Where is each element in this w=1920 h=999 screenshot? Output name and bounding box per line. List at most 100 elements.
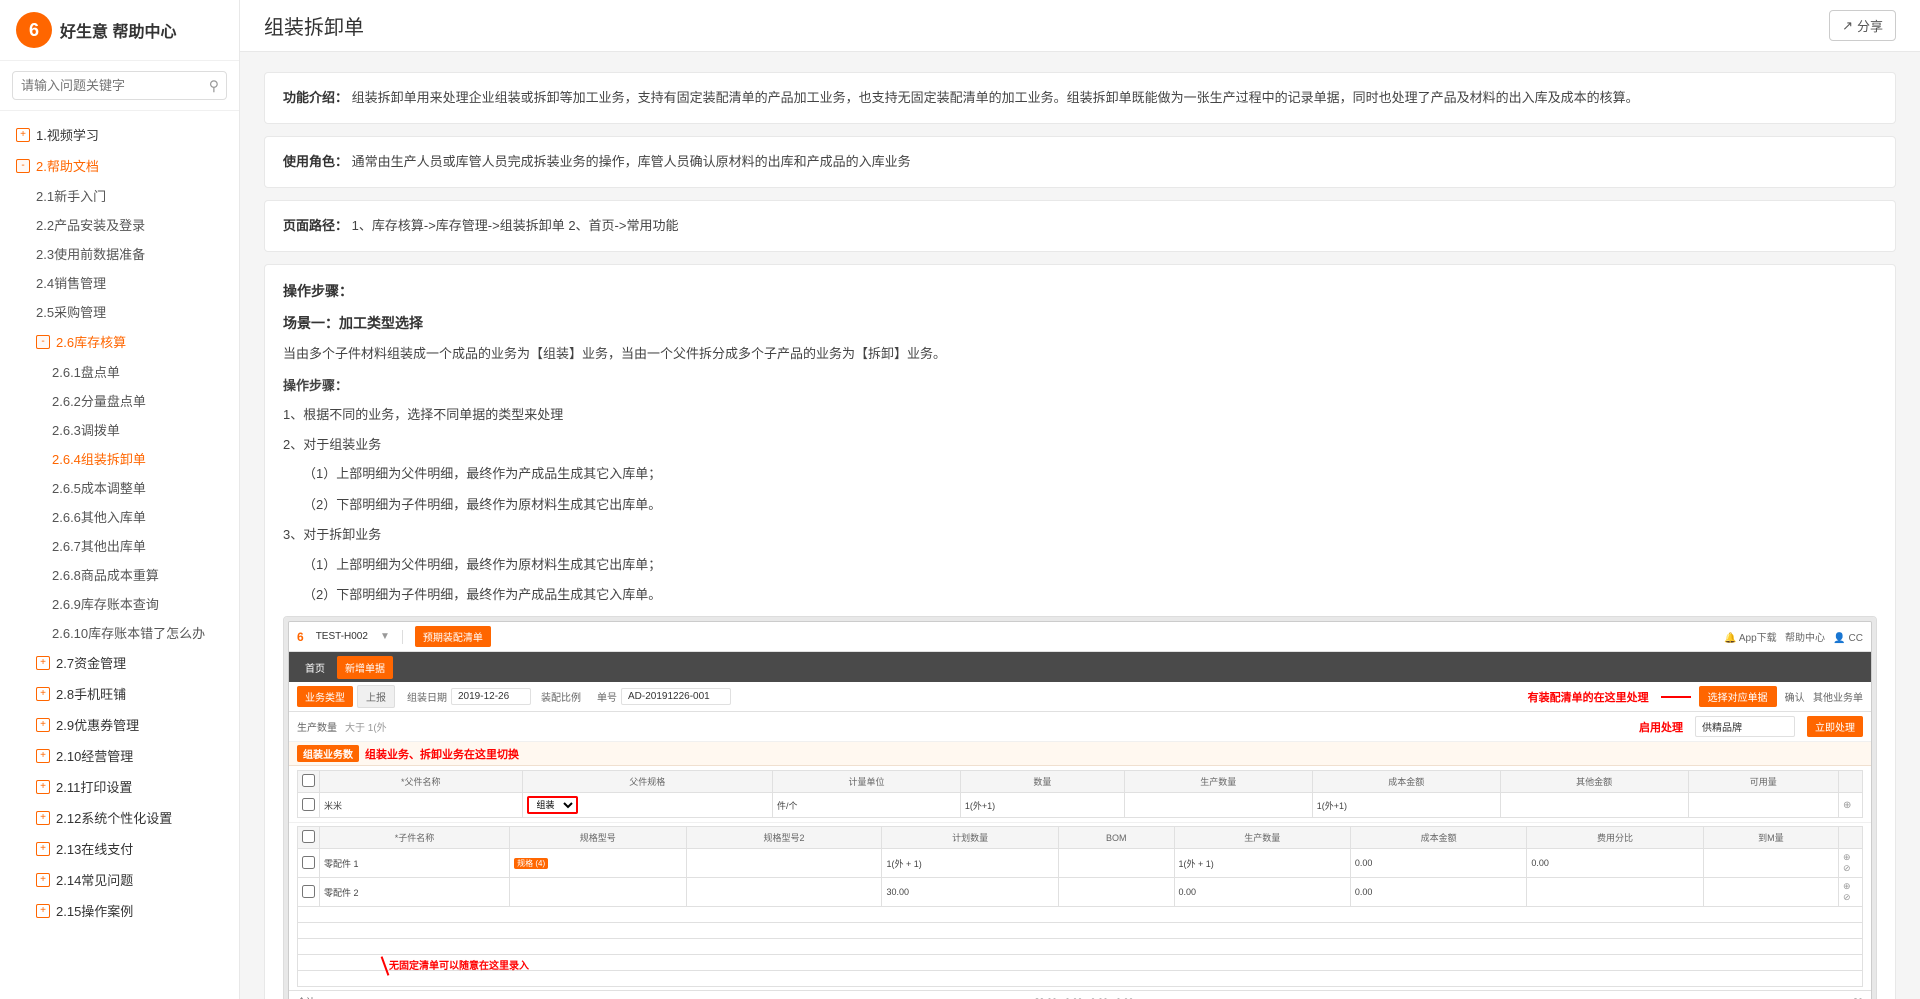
sidebar-item-inventory-adjust[interactable]: 2.6.3调拨单: [0, 415, 239, 444]
sidebar-item-inv-check[interactable]: 2.6.9库存账本查询: [0, 589, 239, 618]
sidebar-item-cost-calc[interactable]: 2.6.8商品成本重算: [0, 560, 239, 589]
upper-table: *父件名称 父件规格 计量单位 数量 生产数量 成本金额 其他金额 可用量: [297, 770, 1863, 818]
col-qty: 数量: [960, 771, 1124, 793]
l-cell-plan2: 30.00: [882, 878, 1058, 907]
empty-row5: [298, 939, 1863, 955]
l-cell-tom1: [1703, 849, 1838, 878]
lower-row-4: [298, 923, 1863, 939]
l-col-check: [298, 827, 320, 849]
steps-section: 操作步骤： 场景一：加工类型选择 当由多个子件材料组装成一个成品的业务为【组装】…: [264, 264, 1896, 999]
plus-icon-online-pay: +: [36, 842, 50, 856]
sidebar-item-inv-err[interactable]: 2.6.10库存账本错了怎么办: [0, 618, 239, 647]
l-cell-fee2: [1527, 878, 1703, 907]
plus-icon-coupon: +: [36, 718, 50, 732]
sidebar-header: 6 好生意 帮助中心: [0, 0, 239, 61]
sidebar-item-purchase[interactable]: 2.5采购管理: [0, 297, 239, 326]
sidebar-item-cost-adj[interactable]: 2.6.5成本调整单: [0, 473, 239, 502]
steps-label: 操作步骤：: [283, 374, 1877, 397]
sidebar-item-other-in[interactable]: 2.6.6其他入库单: [0, 502, 239, 531]
minus-icon: -: [16, 159, 30, 173]
type-dropdown[interactable]: 组装 拆卸: [527, 796, 578, 814]
share-button[interactable]: ↗ 分享: [1829, 10, 1896, 41]
sidebar-item-faq[interactable]: + 2.14常见问题: [0, 864, 239, 895]
bom-button[interactable]: 预期装配清单: [415, 626, 491, 647]
sidebar-item-finance[interactable]: + 2.7资金管理: [0, 647, 239, 678]
sidebar-item-coupon[interactable]: + 2.9优惠券管理: [0, 709, 239, 740]
sidebar-item-other-out[interactable]: 2.6.7其他出库单: [0, 531, 239, 560]
upper-row-check[interactable]: [302, 798, 315, 811]
lower-row-3: [298, 907, 1863, 923]
l-col-ops: [1839, 827, 1863, 849]
l-col-spec1: 规格型号: [510, 827, 686, 849]
l-cell-spec2b: [686, 878, 882, 907]
plus-icon-ops: +: [36, 749, 50, 763]
search-box[interactable]: ⚲: [0, 61, 239, 111]
sidebar-item-install[interactable]: 2.2产品安装及登录: [0, 210, 239, 239]
intro-text: 组装拆卸单用来处理企业组装或拆卸等加工业务，支持有固定装配清单的产品加工业务，也…: [352, 90, 1639, 105]
form-no-value[interactable]: AD-20191226-001: [621, 688, 731, 705]
process-input[interactable]: 供精品牌: [1695, 716, 1795, 737]
role-label: 使用角色：: [283, 154, 348, 169]
app-window: 6 TEST-H002 ▼ 预期装配清单 🔔 App下载 帮助中心 👤 CC 首…: [288, 621, 1872, 999]
lower-row-7: [298, 971, 1863, 987]
form-date-value[interactable]: 2019-12-26: [451, 688, 531, 705]
total-label: 合计: [297, 995, 315, 999]
nav-new[interactable]: 新增单据: [337, 656, 393, 679]
step3: 3、对于拆卸业务: [283, 523, 1877, 546]
sidebar-item-sales[interactable]: 2.4销售管理: [0, 268, 239, 297]
sidebar-item-custom[interactable]: + 2.12系统个性化设置: [0, 802, 239, 833]
sidebar-item-online-pay[interactable]: + 2.13在线支付: [0, 833, 239, 864]
sidebar-item-cases[interactable]: + 2.15操作案例: [0, 895, 239, 926]
select-all-upper[interactable]: [302, 774, 315, 787]
empty-row7: [298, 971, 1863, 987]
lower-row-6: [298, 955, 1863, 971]
l-cell-name1: 零配件 1: [320, 849, 510, 878]
l-cell-fee1: 0.00: [1527, 849, 1703, 878]
l-cell-spec1b: [686, 849, 882, 878]
screenshot-inner: 6 TEST-H002 ▼ 预期装配清单 🔔 App下载 帮助中心 👤 CC 首…: [284, 617, 1876, 999]
upper-cell-type-select[interactable]: 组装 拆卸: [522, 793, 772, 818]
sidebar-item-docs[interactable]: - 2.帮助文档: [0, 150, 239, 181]
sidebar-item-assembly[interactable]: 2.6.4组装拆卸单: [0, 444, 239, 473]
sidebar-item-video[interactable]: + 1.视频学习: [0, 119, 239, 150]
save-btn[interactable]: 业务类型: [297, 686, 353, 707]
select-all-lower[interactable]: [302, 830, 315, 843]
sidebar-item-inventory-count[interactable]: 2.6.1盘点单: [0, 357, 239, 386]
sidebar-item-mobile[interactable]: + 2.8手机旺铺: [0, 678, 239, 709]
sidebar-item-inventory-split[interactable]: 2.6.2分量盘点单: [0, 386, 239, 415]
sidebar-item-newbie[interactable]: 2.1新手入门: [0, 181, 239, 210]
lower-row-check2[interactable]: [302, 885, 315, 898]
plus-icon: +: [16, 128, 30, 142]
search-input[interactable]: [12, 71, 227, 100]
plus-icon-mobile: +: [36, 687, 50, 701]
role-text: 通常由生产人员或库管人员完成拆装业务的操作，库管人员确认原材料的出库和产成品的入…: [352, 154, 911, 169]
intro-label: 功能介绍：: [283, 90, 348, 105]
screenshot-container: 6 TEST-H002 ▼ 预期装配清单 🔔 App下载 帮助中心 👤 CC 首…: [283, 616, 1877, 999]
search-icon: ⚲: [209, 77, 219, 94]
step2-sub2: （2）下部明细为子件明细，最终作为原材料生成其它出库单。: [283, 493, 1877, 518]
upper-cell-avail: [1688, 793, 1838, 818]
lower-row-check1[interactable]: [302, 856, 315, 869]
path-label: 页面路径：: [283, 218, 348, 233]
apply-btn[interactable]: 立即处理: [1807, 716, 1863, 737]
l-col-cost: 成本金额: [1350, 827, 1526, 849]
sidebar-item-print[interactable]: + 2.11打印设置: [0, 771, 239, 802]
sidebar-item-ops[interactable]: + 2.10经营管理: [0, 740, 239, 771]
dropdown-icon: ▼: [380, 631, 390, 642]
app-header-no: TEST-H002: [316, 631, 368, 642]
col-avail: 可用量: [1688, 771, 1838, 793]
l-cell-prodqty2: 0.00: [1174, 878, 1350, 907]
sidebar-item-prepare[interactable]: 2.3使用前数据准备: [0, 239, 239, 268]
minus-icon-inventory: -: [36, 335, 50, 349]
l-col-fee: 费用分比: [1527, 827, 1703, 849]
annotation2-row: 组装业务数 组装业务、拆卸业务在这里切换: [289, 742, 1871, 766]
annotation2: 组装业务、拆卸业务在这里切换: [365, 746, 519, 762]
process-btn[interactable]: 选择对应单据: [1699, 686, 1777, 707]
plus-icon-cases: +: [36, 904, 50, 918]
upper-table-wrap: *父件名称 父件规格 计量单位 数量 生产数量 成本金额 其他金额 可用量: [289, 766, 1871, 822]
print-btn[interactable]: 上报: [357, 685, 395, 708]
l-cell-check1: [298, 849, 320, 878]
nav-home[interactable]: 首页: [297, 656, 333, 679]
step2-sub1: （1）上部明细为父件明细，最终作为产成品生成其它入库单；: [283, 462, 1877, 487]
sidebar-item-inventory[interactable]: - 2.6库存核算: [0, 326, 239, 357]
